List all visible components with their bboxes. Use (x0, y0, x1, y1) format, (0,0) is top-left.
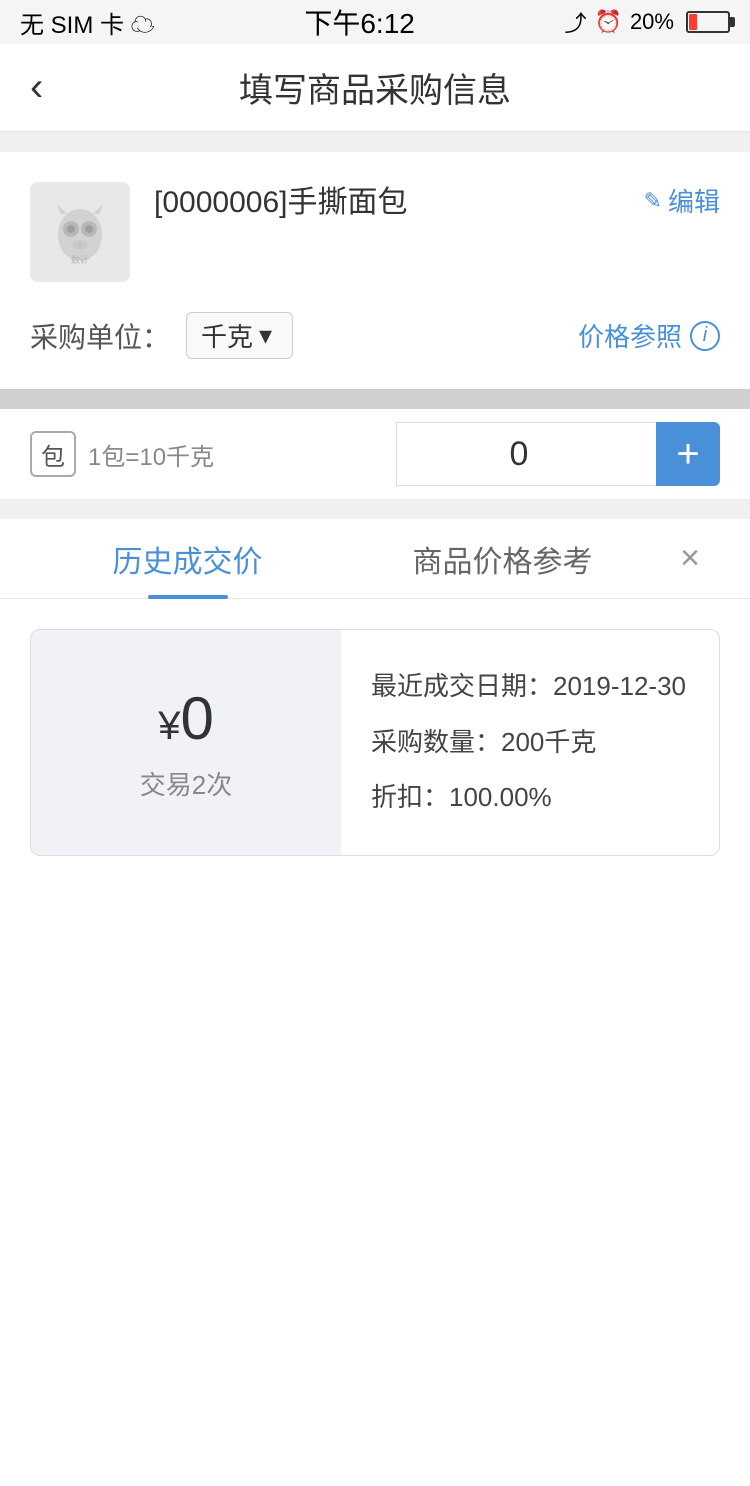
price-symbol: ¥ (158, 704, 180, 748)
recent-date-label: 最近成交日期： (371, 671, 553, 701)
edit-link[interactable]: ✎ 编辑 (644, 182, 720, 219)
status-right: ⤴ ⏰ 20% (565, 6, 730, 38)
product-logo-icon: 数计 (45, 197, 115, 267)
location-icon: ⤴ (565, 6, 587, 38)
status-bar: 无 SIM 卡 ☁ 下午6:12 ⤴ ⏰ 20% (0, 0, 750, 44)
unit-box-label: 包 (41, 437, 65, 472)
tab-panel: 历史成交价 商品价格参考 × ¥0 交易2次 最近成交日期：2019-12-30… (0, 519, 750, 886)
product-info: [0000006]手撕面包 ✎ 编辑 (154, 182, 720, 224)
page-rest (0, 886, 750, 1486)
product-card: 数计 [0000006]手撕面包 ✎ 编辑 采购单位： 千克 ▾ 价格参照 i (0, 152, 750, 389)
chevron-down-icon: ▾ (259, 320, 272, 351)
unit-label: 包 1包=10千克 (30, 431, 214, 477)
discount-row: 折扣：100.00% (371, 777, 689, 819)
battery-icon (686, 11, 730, 33)
quantity-input-wrapper: + (234, 422, 720, 486)
svg-text:数计: 数计 (71, 254, 89, 265)
battery-percent: 20% (630, 9, 674, 35)
tab-price-ref[interactable]: 商品价格参考 (345, 519, 660, 599)
quantity-plus-button[interactable]: + (656, 422, 720, 486)
edit-label: 编辑 (668, 182, 720, 219)
discount-label: 折扣： (371, 782, 449, 812)
product-footer: 采购单位： 千克 ▾ 价格参照 i (30, 312, 720, 359)
info-icon: i (690, 321, 720, 351)
price-value: 0 (180, 685, 213, 752)
sim-status: 无 SIM 卡 ☁ (20, 5, 155, 40)
alarm-icon: ⏰ (595, 9, 622, 35)
tab-history-price[interactable]: 历史成交价 (30, 519, 345, 599)
unit-box: 包 (30, 431, 76, 477)
purchase-unit: 采购单位： 千克 ▾ (30, 312, 293, 359)
recent-date-value: 2019-12-30 (553, 671, 686, 701)
quantity-label: 采购数量： (371, 727, 501, 757)
status-time: 下午6:12 (304, 2, 415, 42)
price-ref-button[interactable]: 价格参照 i (578, 317, 720, 354)
divider-bar (0, 389, 750, 409)
edit-pencil-icon: ✎ (644, 188, 662, 214)
page-title: 填写商品采购信息 (239, 63, 511, 112)
tab-header: 历史成交价 商品价格参考 × (0, 519, 750, 599)
price-times: 交易2次 (140, 765, 232, 802)
product-header: 数计 [0000006]手撕面包 ✎ 编辑 (30, 182, 720, 282)
recent-date-row: 最近成交日期：2019-12-30 (371, 666, 689, 708)
price-right: 最近成交日期：2019-12-30 采购数量：200千克 折扣：100.00% (341, 630, 719, 855)
unit-select[interactable]: 千克 ▾ (186, 312, 293, 359)
price-record: ¥0 交易2次 最近成交日期：2019-12-30 采购数量：200千克 折扣：… (30, 629, 720, 856)
product-name: [0000006]手撕面包 (154, 182, 407, 224)
price-left: ¥0 交易2次 (31, 630, 341, 855)
unit-conversion: 1包=10千克 (88, 437, 214, 472)
price-display: ¥0 (158, 683, 214, 755)
unit-value: 千克 (201, 317, 253, 354)
quantity-row-info: 采购数量：200千克 (371, 722, 689, 764)
nav-bar: ‹ 填写商品采购信息 (0, 44, 750, 132)
quantity-row: 包 1包=10千克 + (0, 409, 750, 499)
product-thumbnail: 数计 (30, 182, 130, 282)
discount-value: 100.00% (449, 782, 552, 812)
quantity-input[interactable] (396, 422, 656, 486)
tab-close-button[interactable]: × (660, 529, 720, 589)
tab-content: ¥0 交易2次 最近成交日期：2019-12-30 采购数量：200千克 折扣：… (0, 599, 750, 886)
price-ref-label: 价格参照 (578, 317, 682, 354)
status-left: 无 SIM 卡 ☁ (20, 5, 155, 40)
quantity-value: 200千克 (501, 727, 596, 757)
back-button[interactable]: ‹ (30, 65, 90, 110)
purchase-unit-label: 采购单位： (30, 316, 170, 356)
